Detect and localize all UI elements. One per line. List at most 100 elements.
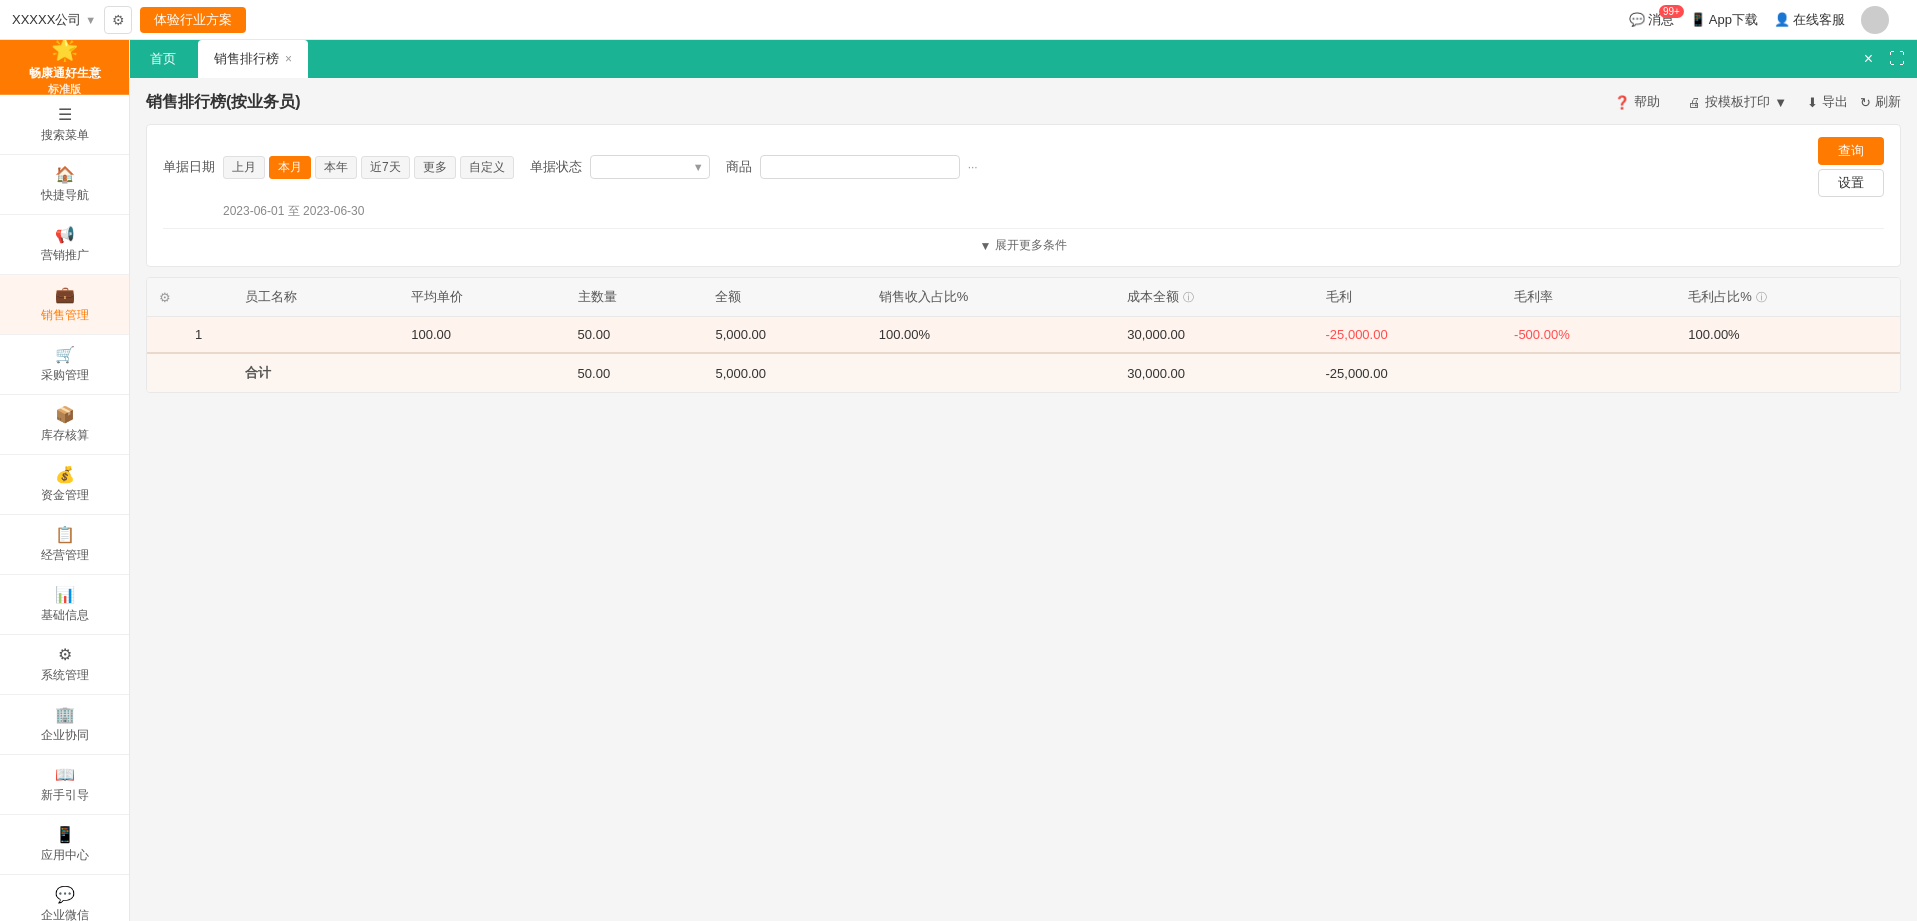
col-profit-pct: 毛利占比% ⓘ: [1676, 278, 1900, 317]
top-right-area: 💬 消息 99+ 📱 App下载 👤 在线客服: [1629, 6, 1905, 34]
sidebar-label-finance: 资金管理: [41, 487, 89, 504]
cost-info-icon[interactable]: ⓘ: [1183, 291, 1194, 303]
goods-filter-label: 商品: [726, 158, 752, 176]
sidebar-label-sales: 销售管理: [41, 307, 89, 324]
apps-icon: 📱: [55, 825, 75, 844]
page-header: 销售排行榜(按业务员) ❓ 帮助 🖨 按模板打印 ▼ ⬇ 导出: [146, 90, 1901, 114]
online-service-button[interactable]: 👤 在线客服: [1774, 11, 1845, 29]
sidebar-logo: 🌟 畅康通好生意 标准版: [0, 40, 129, 95]
col-rank: [183, 278, 233, 317]
sidebar-item-basic[interactable]: 📊 基础信息: [0, 575, 129, 635]
date-tab-last-month[interactable]: 上月: [223, 156, 265, 179]
guide-icon: 📖: [55, 765, 75, 784]
col-cost: 成本全额 ⓘ: [1115, 278, 1313, 317]
sidebar-label-guide: 新手引导: [41, 787, 89, 804]
col-profit-rate: 毛利率: [1502, 278, 1676, 317]
tab-sales-rank-label: 销售排行榜: [214, 50, 279, 68]
date-tab-7days[interactable]: 近7天: [361, 156, 410, 179]
sidebar-item-purchase[interactable]: 🛒 采购管理: [0, 335, 129, 395]
date-tab-custom[interactable]: 自定义: [460, 156, 514, 179]
sidebar-item-sales[interactable]: 💼 销售管理: [0, 275, 129, 335]
top-bar: XXXXX公司 ▼ ⚙ 体验行业方案 💬 消息 99+ 📱 App下载 👤 在线…: [0, 0, 1917, 40]
help-button[interactable]: ❓ 帮助: [1606, 90, 1668, 114]
refresh-button[interactable]: ↻ 刷新: [1860, 93, 1901, 111]
footer-empty-2: [183, 353, 233, 392]
sidebar-label-inventory: 库存核算: [41, 427, 89, 444]
table-wrapper: ⚙ 员工名称 平均单价 主数量 全额 销售收入占比% 成本全额 ⓘ 毛: [147, 278, 1900, 392]
sidebar-label-system: 系统管理: [41, 667, 89, 684]
row-employee: [233, 317, 399, 354]
tab-expand-button[interactable]: ⛶: [1885, 48, 1909, 70]
export-button[interactable]: ⬇ 导出: [1807, 93, 1848, 111]
col-profit: 毛利: [1314, 278, 1503, 317]
row-cost: 30,000.00: [1115, 317, 1313, 354]
col-avg-price: 平均单价: [399, 278, 565, 317]
purchase-icon: 🛒: [55, 345, 75, 364]
sidebar-item-finance[interactable]: 💰 资金管理: [0, 455, 129, 515]
tab-close-icon[interactable]: ×: [285, 52, 292, 66]
tab-home[interactable]: 首页: [130, 40, 196, 78]
sidebar-item-system[interactable]: ⚙ 系统管理: [0, 635, 129, 695]
date-tab-more[interactable]: 更多: [414, 156, 456, 179]
footer-avg-price: [399, 353, 565, 392]
row-qty: 50.00: [566, 317, 704, 354]
sidebar-item-wechat[interactable]: 💬 企业微信: [0, 875, 129, 921]
page-title: 销售排行榜(按业务员): [146, 92, 301, 113]
query-button[interactable]: 查询: [1818, 137, 1884, 165]
sidebar-item-guide[interactable]: 📖 新手引导: [0, 755, 129, 815]
message-badge: 99+: [1659, 5, 1684, 18]
row-rank: 1: [183, 317, 233, 354]
col-settings[interactable]: ⚙: [147, 278, 183, 317]
basic-icon: 📊: [55, 585, 75, 604]
page-content: 销售排行榜(按业务员) ❓ 帮助 🖨 按模板打印 ▼ ⬇ 导出: [130, 78, 1917, 921]
status-filter: 单据状态 ▼: [530, 155, 710, 179]
more-filter-button[interactable]: ···: [968, 160, 978, 174]
app-icon: 📱: [1690, 12, 1706, 27]
sidebar-item-operation[interactable]: 📋 经营管理: [0, 515, 129, 575]
sidebar-item-marketing[interactable]: 📢 营销推广: [0, 215, 129, 275]
profit-pct-info-icon[interactable]: ⓘ: [1756, 291, 1767, 303]
date-range-display: 2023-06-01 至 2023-06-30: [223, 201, 1884, 220]
expand-conditions-button[interactable]: ▼ 展开更多条件: [980, 237, 1068, 254]
col-amount: 全额: [703, 278, 866, 317]
trial-button[interactable]: 体验行业方案: [140, 7, 246, 33]
date-tab-this-month[interactable]: 本月: [269, 156, 311, 179]
sidebar-item-apps[interactable]: 📱 应用中心: [0, 815, 129, 875]
company-chevron-icon: ▼: [85, 14, 96, 26]
app-download-button[interactable]: 📱 App下载: [1690, 11, 1758, 29]
filter-card: 单据日期 上月 本月 本年 近7天 更多 自定义 单据状态: [146, 124, 1901, 267]
logo-name: 畅康通好生意: [29, 65, 101, 82]
logo-sub: 标准版: [48, 82, 81, 97]
print-icon: 🖨: [1688, 95, 1701, 110]
sidebar-item-quick-nav[interactable]: 🏠 快捷导航: [0, 155, 129, 215]
sidebar-item-search[interactable]: ☰ 搜索菜单: [0, 95, 129, 155]
sidebar-label-purchase: 采购管理: [41, 367, 89, 384]
col-qty: 主数量: [566, 278, 704, 317]
sidebar-item-inventory[interactable]: 📦 库存核算: [0, 395, 129, 455]
filter-row: 单据日期 上月 本月 本年 近7天 更多 自定义 单据状态: [163, 137, 1884, 197]
logo-icon: 🌟: [51, 40, 78, 63]
date-range-text: 2023-06-01 至 2023-06-30: [223, 204, 364, 218]
goods-input[interactable]: [760, 155, 960, 179]
status-select[interactable]: [590, 155, 710, 179]
date-tab-this-year[interactable]: 本年: [315, 156, 357, 179]
sidebar-label-enterprise: 企业协同: [41, 727, 89, 744]
footer-empty-1: [147, 353, 183, 392]
avatar[interactable]: [1861, 6, 1889, 34]
footer-amount: 5,000.00: [703, 353, 866, 392]
settings-button-filter[interactable]: 设置: [1818, 169, 1884, 197]
message-button[interactable]: 💬 消息 99+: [1629, 11, 1674, 29]
tab-minimize-button[interactable]: ×: [1860, 48, 1877, 70]
settings-button[interactable]: ⚙: [104, 6, 132, 34]
sidebar-label-basic: 基础信息: [41, 607, 89, 624]
sidebar-item-enterprise[interactable]: 🏢 企业协同: [0, 695, 129, 755]
footer-cost: 30,000.00: [1115, 353, 1313, 392]
row-avg-price: 100.00: [399, 317, 565, 354]
row-profit-pct: 100.00%: [1676, 317, 1900, 354]
tab-bar: 首页 销售排行榜 × × ⛶: [130, 40, 1917, 78]
row-settings: [147, 317, 183, 354]
print-button[interactable]: 🖨 按模板打印 ▼: [1680, 90, 1795, 114]
company-selector[interactable]: XXXXX公司 ▼: [12, 11, 96, 29]
date-filter-label: 单据日期: [163, 158, 215, 176]
tab-sales-rank[interactable]: 销售排行榜 ×: [198, 40, 308, 78]
